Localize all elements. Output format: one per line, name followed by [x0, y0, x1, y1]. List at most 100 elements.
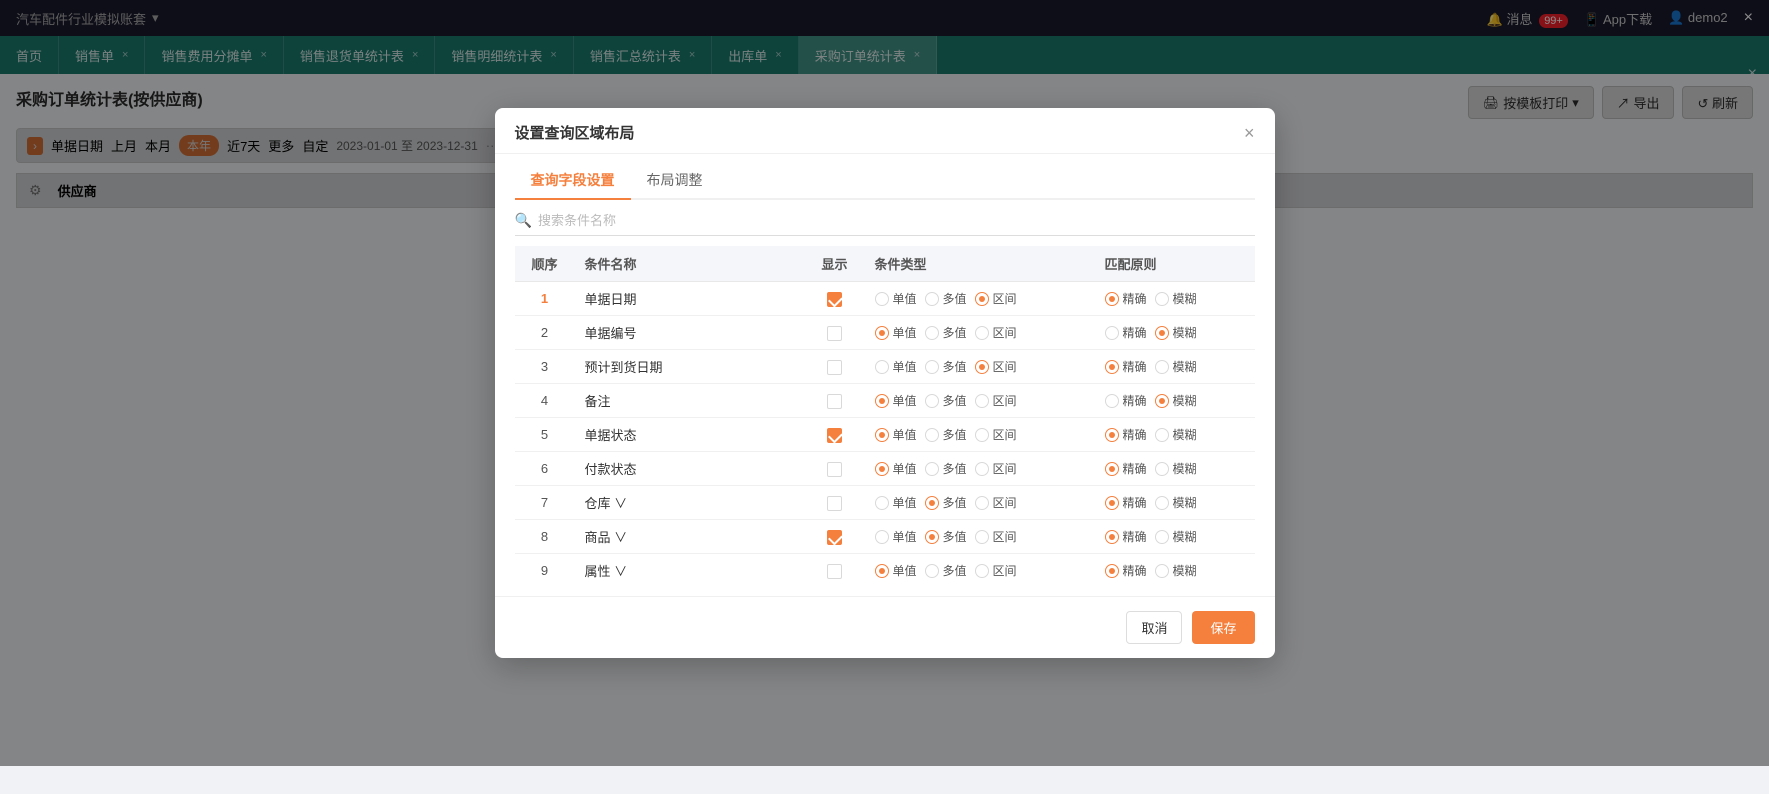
row-match: 精确模糊: [1095, 418, 1255, 452]
display-checkbox[interactable]: [827, 394, 842, 409]
type-radio-区间[interactable]: 区间: [975, 426, 1017, 443]
radio-dot: [1155, 428, 1169, 442]
type-radio-多值[interactable]: 多值: [925, 324, 967, 341]
tab-layout-adjust[interactable]: 布局调整: [631, 164, 719, 200]
radio-dot: [1155, 564, 1169, 578]
row-display[interactable]: [805, 452, 865, 486]
match-radio-精确[interactable]: 精确: [1105, 358, 1147, 375]
row-display[interactable]: [805, 282, 865, 316]
type-radio-单值[interactable]: 单值: [875, 494, 917, 511]
display-checkbox[interactable]: [827, 326, 842, 341]
search-bar: 🔍: [515, 212, 1255, 236]
col-match: 匹配原则: [1095, 246, 1255, 282]
type-radio-区间[interactable]: 区间: [975, 358, 1017, 375]
match-radio-模糊[interactable]: 模糊: [1155, 358, 1197, 375]
match-radio-模糊[interactable]: 模糊: [1155, 426, 1197, 443]
type-radio-区间[interactable]: 区间: [975, 494, 1017, 511]
cancel-btn[interactable]: 取消: [1126, 611, 1182, 644]
radio-dot: [1105, 496, 1119, 510]
row-type: 单值多值区间: [865, 418, 1095, 452]
radio-dot: [875, 326, 889, 340]
match-radio-精确[interactable]: 精确: [1105, 392, 1147, 409]
type-radio-单值[interactable]: 单值: [875, 392, 917, 409]
display-checkbox[interactable]: [827, 530, 842, 545]
type-radio-多值[interactable]: 多值: [925, 528, 967, 545]
match-radio-模糊[interactable]: 模糊: [1155, 494, 1197, 511]
match-radio-精确[interactable]: 精确: [1105, 460, 1147, 477]
type-radio-单值[interactable]: 单值: [875, 528, 917, 545]
type-radio-区间[interactable]: 区间: [975, 460, 1017, 477]
radio-dot: [1155, 292, 1169, 306]
type-radio-区间[interactable]: 区间: [975, 528, 1017, 545]
type-radio-单值[interactable]: 单值: [875, 324, 917, 341]
radio-dot: [875, 530, 889, 544]
type-radio-区间[interactable]: 区间: [975, 392, 1017, 409]
match-radio-精确[interactable]: 精确: [1105, 528, 1147, 545]
match-radio-模糊[interactable]: 模糊: [1155, 562, 1197, 579]
row-name: 单据状态: [575, 418, 805, 452]
type-radio-多值[interactable]: 多值: [925, 358, 967, 375]
display-checkbox[interactable]: [827, 496, 842, 511]
match-radio-精确[interactable]: 精确: [1105, 426, 1147, 443]
col-type: 条件类型: [865, 246, 1095, 282]
match-radio-精确[interactable]: 精确: [1105, 290, 1147, 307]
match-radio-精确[interactable]: 精确: [1105, 494, 1147, 511]
row-display[interactable]: [805, 520, 865, 554]
search-input[interactable]: [538, 213, 718, 228]
match-radio-精确[interactable]: 精确: [1105, 324, 1147, 341]
display-checkbox[interactable]: [827, 462, 842, 477]
save-btn[interactable]: 保存: [1192, 611, 1254, 644]
row-display[interactable]: [805, 316, 865, 350]
radio-dot: [1155, 360, 1169, 374]
type-radio-区间[interactable]: 区间: [975, 290, 1017, 307]
row-type: 单值多值区间: [865, 520, 1095, 554]
match-radio-模糊[interactable]: 模糊: [1155, 460, 1197, 477]
row-display[interactable]: [805, 418, 865, 452]
radio-dot: [875, 394, 889, 408]
display-checkbox[interactable]: [827, 564, 842, 579]
row-name: 备注: [575, 384, 805, 418]
dialog-tabs: 查询字段设置 布局调整: [515, 154, 1255, 200]
type-radio-多值[interactable]: 多值: [925, 460, 967, 477]
type-radio-单值[interactable]: 单值: [875, 358, 917, 375]
row-order: 8: [515, 520, 575, 554]
type-radio-单值[interactable]: 单值: [875, 426, 917, 443]
type-radio-多值[interactable]: 多值: [925, 494, 967, 511]
type-radio-单值[interactable]: 单值: [875, 562, 917, 579]
type-radio-多值[interactable]: 多值: [925, 392, 967, 409]
match-radio-模糊[interactable]: 模糊: [1155, 392, 1197, 409]
display-checkbox[interactable]: [827, 292, 842, 307]
settings-dialog: 设置查询区域布局 × 查询字段设置 布局调整 🔍: [495, 108, 1275, 658]
match-radio-模糊[interactable]: 模糊: [1155, 528, 1197, 545]
row-display[interactable]: [805, 554, 865, 587]
radio-dot: [975, 428, 989, 442]
match-radio-模糊[interactable]: 模糊: [1155, 324, 1197, 341]
row-match: 精确模糊: [1095, 520, 1255, 554]
row-name: 单据编号: [575, 316, 805, 350]
type-radio-多值[interactable]: 多值: [925, 426, 967, 443]
match-radio-模糊[interactable]: 模糊: [1155, 290, 1197, 307]
table-row: 8商品 ∨单值多值区间精确模糊: [515, 520, 1255, 554]
radio-dot: [925, 394, 939, 408]
tab-query-fields[interactable]: 查询字段设置: [515, 164, 631, 200]
row-display[interactable]: [805, 350, 865, 384]
dialog-footer: 取消 保存: [495, 596, 1275, 658]
type-radio-单值[interactable]: 单值: [875, 460, 917, 477]
conditions-table: 顺序 条件名称 显示 条件类型 匹配原则 1单据日期单值多值区间精确模糊2单据编…: [515, 246, 1255, 586]
type-radio-区间[interactable]: 区间: [975, 324, 1017, 341]
display-checkbox[interactable]: [827, 428, 842, 443]
search-icon: 🔍: [515, 212, 532, 229]
row-display[interactable]: [805, 486, 865, 520]
row-order: 6: [515, 452, 575, 486]
row-order: 7: [515, 486, 575, 520]
type-radio-多值[interactable]: 多值: [925, 290, 967, 307]
row-display[interactable]: [805, 384, 865, 418]
dialog-close-btn[interactable]: ×: [1244, 124, 1255, 142]
match-radio-精确[interactable]: 精确: [1105, 562, 1147, 579]
radio-dot: [1155, 326, 1169, 340]
type-radio-多值[interactable]: 多值: [925, 562, 967, 579]
type-radio-单值[interactable]: 单值: [875, 290, 917, 307]
type-radio-区间[interactable]: 区间: [975, 562, 1017, 579]
display-checkbox[interactable]: [827, 360, 842, 375]
row-type: 单值多值区间: [865, 452, 1095, 486]
